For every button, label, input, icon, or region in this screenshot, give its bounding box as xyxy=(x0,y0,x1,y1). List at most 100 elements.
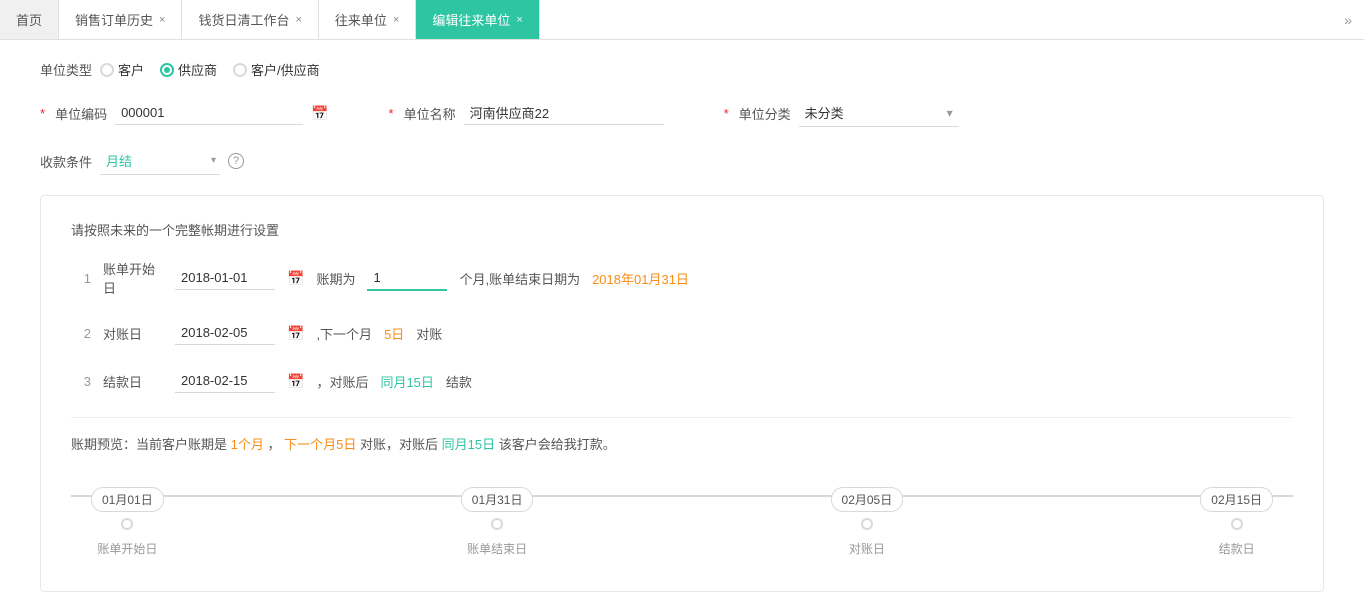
timeline-point-0: 01月01日账单开始日 xyxy=(91,487,164,557)
period-value-input[interactable] xyxy=(367,266,447,291)
tab-close-sales-history[interactable]: × xyxy=(159,14,165,26)
unit-type-field: 单位类型 客户 供应商 客户/供应商 xyxy=(40,60,320,79)
tab-edit-partner[interactable]: 编辑往来单位 × xyxy=(416,0,539,39)
timeline-point-3: 02月15日结款日 xyxy=(1200,487,1273,557)
unit-category-field: * 单位分类 未分类 ▾ xyxy=(724,99,959,127)
unit-category-label: 单位分类 xyxy=(739,104,791,123)
unit-name-field: * 单位名称 xyxy=(389,101,664,125)
unit-category-value: 未分类 xyxy=(805,103,844,122)
payment-terms-row: 收款条件 月结 ▾ ? xyxy=(40,147,1324,175)
preview-part3: 同月15日 xyxy=(442,437,495,452)
row-num-3: 3 xyxy=(71,374,91,389)
timeline-label-0: 账单开始日 xyxy=(97,540,157,557)
preview-section: 账期预览：当前客户账期是 1个月 ， 下一个月5日 对账，对账后 同月15日 该… xyxy=(71,417,1293,567)
tab-label-sales-history: 销售订单历史 xyxy=(75,10,153,29)
start-date-calendar-icon[interactable]: 📅 xyxy=(287,270,304,287)
timeline-dot-3 xyxy=(1231,518,1243,530)
preview-text: 账期预览：当前客户账期是 1个月 ， 下一个月5日 对账，对账后 同月15日 该… xyxy=(71,434,1293,453)
row-num-2: 2 xyxy=(71,326,91,341)
payment-terms-select[interactable]: 月结 ▾ xyxy=(100,147,220,175)
radio-circle-1 xyxy=(160,63,174,77)
settings-card: 请按照未来的一个完整帐期进行设置 1 账单开始日 📅 账期为 个月,账单结束日期… xyxy=(40,195,1324,592)
timeline: 01月01日账单开始日 01月31日账单结束日 02月05日对账日 02月15日结款日 xyxy=(71,477,1293,567)
payment-terms-chevron-icon: ▾ xyxy=(211,155,216,166)
start-date-input[interactable] xyxy=(175,266,275,290)
reconcile-date-input[interactable] xyxy=(175,321,275,345)
reconcile-calendar-icon[interactable]: 📅 xyxy=(287,325,304,342)
timeline-dot-0 xyxy=(121,518,133,530)
preview-part2: 下一个月5日 xyxy=(284,437,356,452)
preview-label: 账期预览：当前客户账期是 xyxy=(71,437,227,452)
timeline-badge-0: 01月01日 xyxy=(91,487,164,512)
timeline-badge-3: 02月15日 xyxy=(1200,487,1273,512)
payment-calendar-icon[interactable]: 📅 xyxy=(287,373,304,390)
preview-sep1: ， xyxy=(268,437,281,452)
radio-label-2: 客户/供应商 xyxy=(251,60,320,79)
payment-prefix: ，对账后 xyxy=(316,372,368,391)
payment-date-input[interactable] xyxy=(175,369,275,393)
unit-code-field: * 单位编码 📅 xyxy=(40,101,329,125)
row-label-reconcile: 对账日 xyxy=(103,324,163,343)
timeline-point-2: 02月05日对账日 xyxy=(831,487,904,557)
unit-code-input[interactable] xyxy=(115,101,303,125)
payment-suffix: 结款 xyxy=(446,372,472,391)
tab-partner-units[interactable]: 往来单位 × xyxy=(319,0,416,39)
period-unit-text: 个月,账单结束日期为 xyxy=(459,269,580,288)
row-label-start: 账单开始日 xyxy=(103,259,163,297)
unit-name-label: 单位名称 xyxy=(404,104,456,123)
card-instruction: 请按照未来的一个完整帐期进行设置 xyxy=(71,220,1293,239)
timeline-badge-1: 01月31日 xyxy=(461,487,534,512)
reconcile-prefix: ,下一个月 xyxy=(316,324,372,343)
settings-row-2: 2 对账日 📅 ,下一个月 5日 对账 xyxy=(71,321,1293,345)
timeline-dot-1 xyxy=(491,518,503,530)
settings-row-1: 1 账单开始日 📅 账期为 个月,账单结束日期为 2018年01月31日 xyxy=(71,259,1293,297)
row-label-payment: 结款日 xyxy=(103,372,163,391)
settings-row-3: 3 结款日 📅 ，对账后 同月15日 结款 xyxy=(71,369,1293,393)
tab-label-home: 首页 xyxy=(16,10,42,29)
timeline-dot-2 xyxy=(861,518,873,530)
radio-item-2[interactable]: 客户/供应商 xyxy=(233,60,320,79)
expand-button[interactable]: » xyxy=(1332,0,1364,39)
unit-code-calendar-icon[interactable]: 📅 xyxy=(311,105,328,122)
tab-label-cash-work: 钱货日清工作台 xyxy=(198,10,289,29)
tab-close-cash-work[interactable]: × xyxy=(295,14,301,26)
category-chevron-icon: ▾ xyxy=(947,106,953,120)
timeline-badge-2: 02月05日 xyxy=(831,487,904,512)
tab-close-partner-units[interactable]: × xyxy=(393,14,399,26)
timeline-point-1: 01月31日账单结束日 xyxy=(461,487,534,557)
tab-sales-history[interactable]: 销售订单历史 × xyxy=(59,0,182,39)
unit-code-required: * xyxy=(40,106,45,121)
reconcile-highlight: 5日 xyxy=(384,324,404,343)
period-label: 账期为 xyxy=(316,269,355,288)
preview-part1: 1个月 xyxy=(231,437,264,452)
unit-type-label: 单位类型 xyxy=(40,60,92,79)
tab-label-edit-partner: 编辑往来单位 xyxy=(432,10,510,29)
preview-suffix: 该客户会给我打款。 xyxy=(499,437,616,452)
unit-name-input[interactable] xyxy=(464,101,664,125)
radio-circle-0 xyxy=(100,63,114,77)
timeline-label-2: 对账日 xyxy=(849,540,885,557)
tab-cash-work[interactable]: 钱货日清工作台 × xyxy=(182,0,318,39)
radio-label-1: 供应商 xyxy=(178,60,217,79)
tab-bar: 首页 销售订单历史 × 钱货日清工作台 × 往来单位 × 编辑往来单位 × » xyxy=(0,0,1364,40)
tab-close-edit-partner[interactable]: × xyxy=(516,14,522,26)
timeline-label-3: 结款日 xyxy=(1219,540,1255,557)
main-content: 单位类型 客户 供应商 客户/供应商 * 单位编码 📅 * 单位名称 * 单位分类 … xyxy=(0,40,1364,612)
preview-sep2: 对账，对账后 xyxy=(360,437,438,452)
tab-label-partner-units: 往来单位 xyxy=(335,10,387,29)
payment-highlight: 同月15日 xyxy=(380,372,433,391)
payment-terms-help-icon[interactable]: ? xyxy=(228,153,244,169)
radio-item-0[interactable]: 客户 xyxy=(100,60,144,79)
unit-type-radio-group: 客户 供应商 客户/供应商 xyxy=(100,60,320,79)
unit-category-required: * xyxy=(724,106,729,121)
reconcile-suffix: 对账 xyxy=(416,324,442,343)
timeline-points: 01月01日账单开始日 01月31日账单结束日 02月05日对账日 02月15日结款日 xyxy=(91,487,1273,557)
radio-label-0: 客户 xyxy=(118,60,144,79)
period-end-date: 2018年01月31日 xyxy=(592,269,689,288)
tab-home[interactable]: 首页 xyxy=(0,0,59,39)
radio-item-1[interactable]: 供应商 xyxy=(160,60,217,79)
unit-name-required: * xyxy=(389,106,394,121)
timeline-label-1: 账单结束日 xyxy=(467,540,527,557)
unit-category-select[interactable]: 未分类 ▾ xyxy=(799,99,959,127)
row-num-1: 1 xyxy=(71,271,91,286)
